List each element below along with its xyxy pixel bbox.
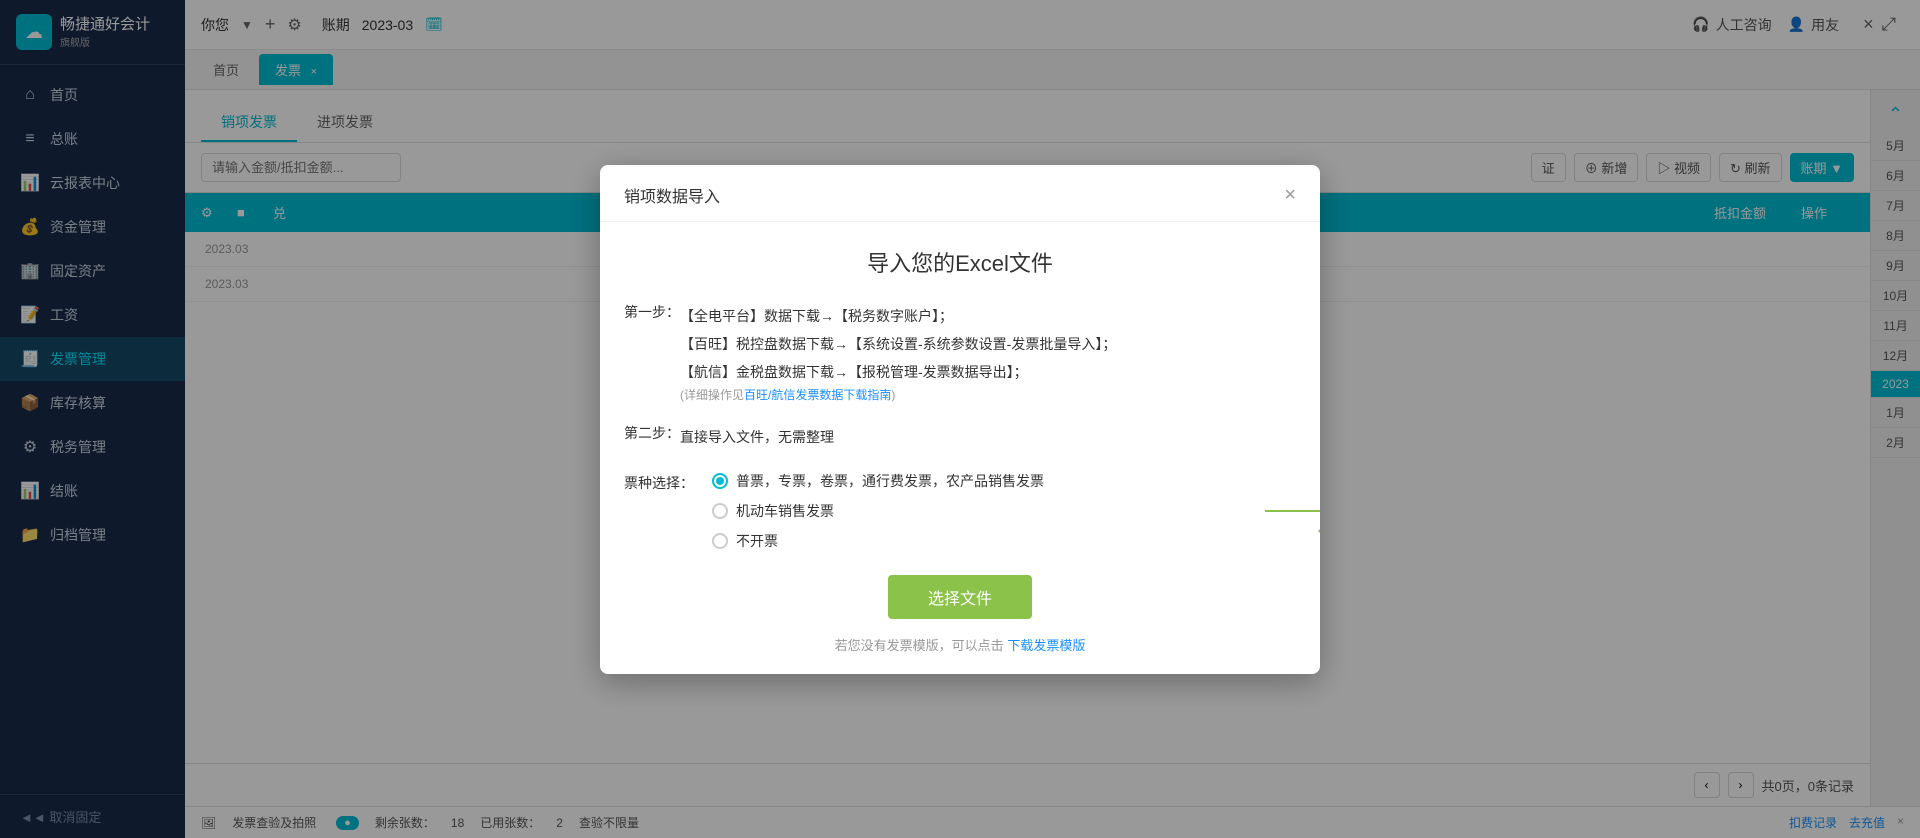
ticket-label: 票种选择： [624,471,704,493]
dialog-close-button[interactable]: × [1284,185,1296,205]
radio-item-1[interactable]: 机动车销售发票 [712,501,1044,521]
step1-line-3: 【航信】金税盘数据下载→【报税管理-发票数据导出】； [680,358,1116,386]
step1-note: (详细操作见百旺/航信发票数据下载指南) [680,386,1116,403]
dialog-body: 导入您的Excel文件 第一步： 【全电平台】数据下载→【税务数字账户】； 【百… [600,222,1320,674]
radio-label-2: 不开票 [736,531,778,551]
dialog-main-title: 导入您的Excel文件 [624,246,1296,278]
radio-circle-1 [712,503,728,519]
step2-section: 第二步： 直接导入文件，无需整理 [624,423,1296,451]
guide-link[interactable]: 百旺/航信发票数据下载指南 [744,388,891,402]
radio-circle-2 [712,533,728,549]
step1-line-2: 【百旺】税控盘数据下载→【系统设置-系统参数设置-发票批量导入】； [680,330,1116,358]
radio-label-1: 机动车销售发票 [736,501,834,521]
radio-item-0[interactable]: 普票，专票，卷票，通行费发票，农产品销售发票 [712,471,1044,491]
download-template-link[interactable]: 下载发票模版 [1007,638,1085,653]
step1-line-1: 【全电平台】数据下载→【税务数字账户】； [680,302,1116,330]
step1-content: 【全电平台】数据下载→【税务数字账户】； 【百旺】税控盘数据下载→【系统设置-系… [680,302,1116,403]
radio-label-0: 普票，专票，卷票，通行费发票，农产品销售发票 [736,471,1044,491]
footer-note-text: 若您没有发票模版，可以点击 [835,638,1004,653]
radio-item-2[interactable]: 不开票 [712,531,1044,551]
step2-text: 直接导入文件，无需整理 [680,423,834,451]
radio-dot-0 [716,477,724,485]
step1-section: 第一步： 【全电平台】数据下载→【税务数字账户】； 【百旺】税控盘数据下载→【系… [624,302,1296,403]
ticket-select-section: 票种选择： 普票，专票，卷票，通行费发票，农产品销售发票 机动车销售发票 [624,471,1296,551]
dialog-overlay: 销项数据导入 × 导入您的Excel文件 第一步： 【全电平台】数据下载→【税务… [0,0,1920,838]
dialog-title: 销项数据导入 [624,183,720,207]
step1-label: 第一步： [624,302,680,395]
radio-group: 普票，专票，卷票，通行费发票，农产品销售发票 机动车销售发票 [708,471,1044,551]
import-dialog: 销项数据导入 × 导入您的Excel文件 第一步： 【全电平台】数据下载→【税务… [600,165,1320,674]
select-file-button[interactable]: 选择文件 [888,575,1032,619]
step2-label: 第二步： [624,423,680,443]
dialog-header: 销项数据导入 × [600,165,1320,222]
radio-circle-0 [712,473,728,489]
dialog-footer-note: 若您没有发票模版，可以点击 下载发票模版 [624,635,1296,654]
tooltip-connector [1265,506,1320,516]
tooltip-arrow [1318,523,1320,539]
